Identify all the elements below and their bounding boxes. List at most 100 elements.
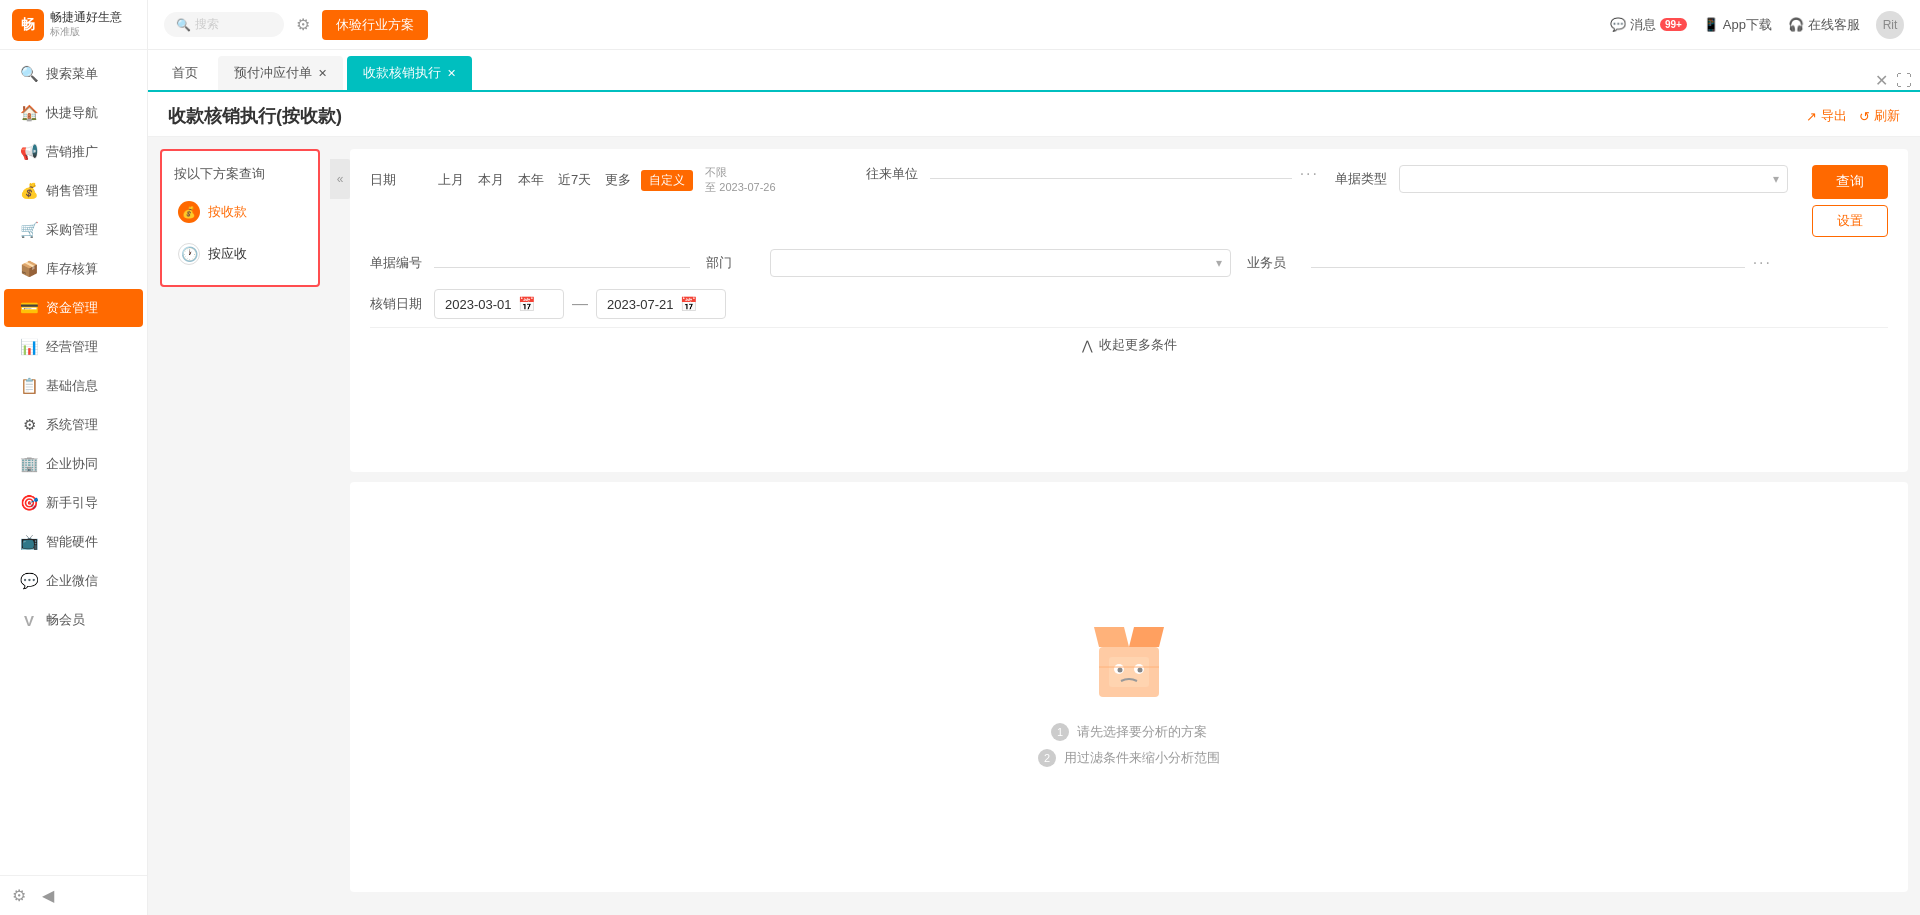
search-placeholder: 搜索 bbox=[195, 16, 219, 33]
sidebar-item-system[interactable]: ⚙ 系统管理 bbox=[4, 406, 143, 444]
message-badge: 99+ bbox=[1660, 18, 1687, 31]
solution-button[interactable]: 休验行业方案 bbox=[322, 10, 428, 40]
sidebar-item-nav[interactable]: 🏠 快捷导航 bbox=[4, 94, 143, 132]
collapse-more-btn[interactable]: ⋀ 收起更多条件 bbox=[370, 327, 1888, 362]
empty-step-2: 2 用过滤条件来缩小分析范围 bbox=[1038, 749, 1220, 767]
tab-close-receipt[interactable]: ✕ bbox=[447, 67, 456, 80]
sidebar-item-marketing[interactable]: 📢 营销推广 bbox=[4, 133, 143, 171]
date-tab-7days[interactable]: 近7天 bbox=[554, 169, 595, 191]
sidebar-item-guide[interactable]: 🎯 新手引导 bbox=[4, 484, 143, 522]
sidebar-item-label: 库存核算 bbox=[46, 260, 98, 278]
page-header-actions: ↗ 导出 ↺ 刷新 bbox=[1806, 107, 1900, 125]
sidebar-item-member[interactable]: V 畅会员 bbox=[4, 601, 143, 639]
home-icon: 🏠 bbox=[20, 104, 38, 122]
receipt-filter-icon: 💰 bbox=[178, 201, 200, 223]
verify-date-start[interactable]: 2023-03-01 📅 bbox=[434, 289, 564, 319]
basic-info-icon: 📋 bbox=[20, 377, 38, 395]
search-bar[interactable]: 🔍 搜索 bbox=[164, 12, 284, 37]
refresh-button[interactable]: ↺ 刷新 bbox=[1859, 107, 1900, 125]
form-panel: 日期 上月 本月 本年 近7天 更多 自定义 不限 至 bbox=[350, 149, 1908, 472]
export-icon: ↗ bbox=[1806, 109, 1817, 124]
sidebar-item-cooperation[interactable]: 🏢 企业协同 bbox=[4, 445, 143, 483]
sidebar-item-label: 采购管理 bbox=[46, 221, 98, 239]
app-download-btn[interactable]: 📱 App下载 bbox=[1703, 16, 1772, 34]
date-tab-custom[interactable]: 自定义 bbox=[641, 170, 693, 191]
svg-marker-1 bbox=[1094, 627, 1129, 647]
tab-prepay[interactable]: 预付冲应付单 ✕ bbox=[218, 56, 343, 90]
expand-window-icon[interactable]: ⛶ bbox=[1896, 72, 1912, 90]
sidebar-item-basic-info[interactable]: 📋 基础信息 bbox=[4, 367, 143, 405]
settings-icon[interactable]: ⚙ bbox=[12, 886, 26, 905]
sidebar-item-sales[interactable]: 💰 销售管理 bbox=[4, 172, 143, 210]
sidebar-item-label: 基础信息 bbox=[46, 377, 98, 395]
app-download-label: App下载 bbox=[1723, 16, 1772, 34]
finance-icon: 💳 bbox=[20, 299, 38, 317]
management-icon: 📊 bbox=[20, 338, 38, 356]
step1-text: 请先选择要分析的方案 bbox=[1077, 723, 1207, 741]
query-button[interactable]: 查询 bbox=[1812, 165, 1888, 199]
tab-home[interactable]: 首页 bbox=[156, 56, 214, 90]
collapse-sidebar-btn[interactable]: ◀ bbox=[42, 886, 54, 905]
sidebar-item-search[interactable]: 🔍 搜索菜单 bbox=[4, 55, 143, 93]
sidebar-item-finance[interactable]: 💳 资金管理 bbox=[4, 289, 143, 327]
user-avatar: Rit bbox=[1876, 11, 1904, 39]
close-window-icon[interactable]: ✕ bbox=[1875, 71, 1888, 90]
receipt-tab-label: 收款核销执行 bbox=[363, 64, 441, 82]
sidebar: 畅 畅捷通好生意 标准版 🔍 搜索菜单 🏠 快捷导航 📢 营销推广 💰 销售管理… bbox=[0, 0, 148, 915]
gear-icon[interactable]: ⚙ bbox=[296, 15, 310, 34]
collapse-arrow-icon: ⋀ bbox=[1082, 338, 1093, 353]
export-button[interactable]: ↗ 导出 bbox=[1806, 107, 1847, 125]
sales-icon: 💰 bbox=[20, 182, 38, 200]
tab-receipt-verify[interactable]: 收款核销执行 ✕ bbox=[347, 56, 472, 90]
dept-arrow: ▾ bbox=[1216, 256, 1222, 270]
filter-item-by-receivable[interactable]: 🕐 按应收 bbox=[162, 233, 318, 275]
setting-button[interactable]: 设置 bbox=[1812, 205, 1888, 237]
receivable-filter-icon: 🕐 bbox=[178, 243, 200, 265]
message-btn[interactable]: 💬 消息 99+ bbox=[1610, 16, 1687, 34]
date-tab-lastmonth[interactable]: 上月 bbox=[434, 169, 468, 191]
verify-date-end[interactable]: 2023-07-21 📅 bbox=[596, 289, 726, 319]
sidebar-item-label: 畅会员 bbox=[46, 611, 85, 629]
export-label: 导出 bbox=[1821, 107, 1847, 125]
verify-date-start-value: 2023-03-01 bbox=[445, 297, 512, 312]
svg-point-7 bbox=[1138, 667, 1143, 672]
tabbar: 首页 预付冲应付单 ✕ 收款核销执行 ✕ ✕ ⛶ bbox=[148, 50, 1920, 92]
filter-item-by-receipt[interactable]: 💰 按收款 bbox=[162, 191, 318, 233]
empty-illustration bbox=[1069, 607, 1189, 707]
sidebar-item-purchase[interactable]: 🛒 采购管理 bbox=[4, 211, 143, 249]
sidebar-item-wechat[interactable]: 💬 企业微信 bbox=[4, 562, 143, 600]
tab-close-prepay[interactable]: ✕ bbox=[318, 67, 327, 80]
collapse-more-label: 收起更多条件 bbox=[1099, 336, 1177, 354]
sidebar-item-inventory[interactable]: 📦 库存核算 bbox=[4, 250, 143, 288]
date-tab-thismonth[interactable]: 本月 bbox=[474, 169, 508, 191]
search-icon: 🔍 bbox=[176, 18, 191, 32]
collapse-panel-btn[interactable]: « bbox=[330, 159, 350, 199]
hardware-icon: 📺 bbox=[20, 533, 38, 551]
logo-icon: 畅 bbox=[12, 9, 44, 41]
sidebar-item-hardware[interactable]: 📺 智能硬件 bbox=[4, 523, 143, 561]
guide-icon: 🎯 bbox=[20, 494, 38, 512]
salesman-label: 业务员 bbox=[1247, 254, 1303, 272]
date-tabs: 上月 本月 本年 近7天 更多 自定义 bbox=[434, 169, 693, 191]
user-info[interactable]: Rit bbox=[1876, 11, 1904, 39]
sidebar-item-label: 企业协同 bbox=[46, 455, 98, 473]
online-service-btn[interactable]: 🎧 在线客服 bbox=[1788, 16, 1860, 34]
search-icon: 🔍 bbox=[20, 65, 38, 83]
date-range-separator: — bbox=[572, 295, 588, 313]
salesman-select-btn[interactable]: ··· bbox=[1753, 254, 1772, 272]
message-label: 消息 bbox=[1630, 16, 1656, 34]
inventory-icon: 📦 bbox=[20, 260, 38, 278]
filter-label-receivable: 按应收 bbox=[208, 245, 247, 263]
department-label: 部门 bbox=[706, 254, 762, 272]
date-tab-more[interactable]: 更多 bbox=[601, 169, 635, 191]
refresh-icon: ↺ bbox=[1859, 109, 1870, 124]
calendar-start-icon: 📅 bbox=[518, 296, 535, 312]
empty-step-1: 1 请先选择要分析的方案 bbox=[1051, 723, 1207, 741]
tabbar-actions: ✕ ⛶ bbox=[1875, 71, 1912, 90]
sidebar-item-management[interactable]: 📊 经营管理 bbox=[4, 328, 143, 366]
sidebar-item-label: 资金管理 bbox=[46, 299, 98, 317]
counterpart-label: 往来单位 bbox=[866, 165, 922, 183]
system-icon: ⚙ bbox=[20, 416, 38, 434]
date-tab-thisyear[interactable]: 本年 bbox=[514, 169, 548, 191]
counterpart-select-btn[interactable]: ··· bbox=[1300, 165, 1319, 183]
